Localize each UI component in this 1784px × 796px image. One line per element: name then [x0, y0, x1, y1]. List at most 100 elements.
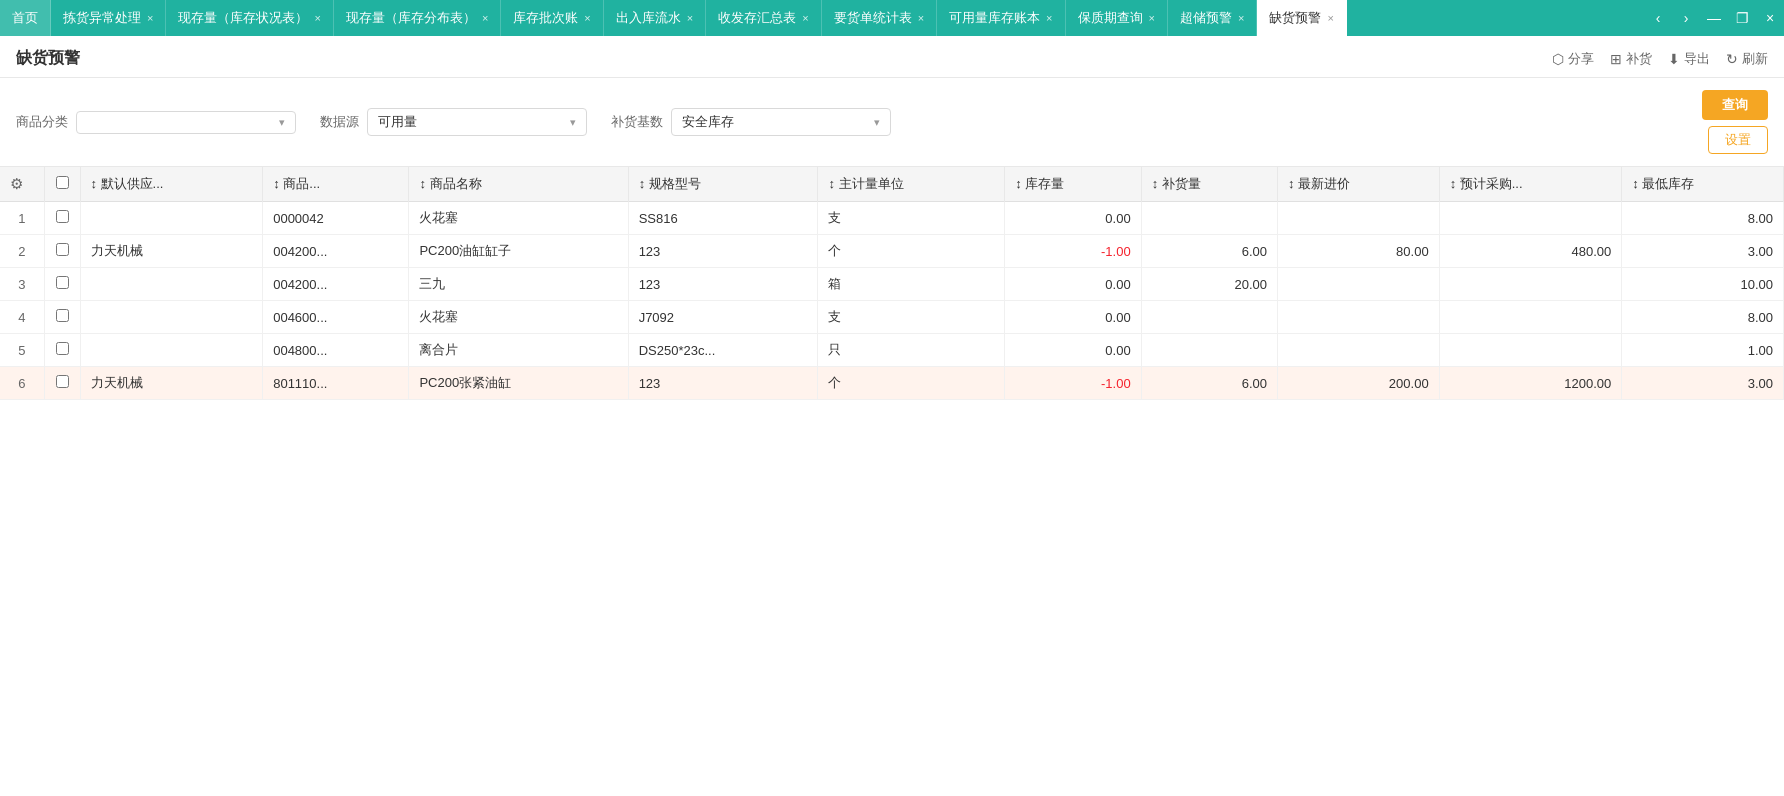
th-supplier: ↕ 默认供应... — [80, 167, 263, 202]
tab-item-4[interactable]: 库存批次账× — [501, 0, 603, 36]
th-settings: ⚙ — [0, 167, 44, 202]
row-supplier-2 — [80, 268, 263, 301]
row-checkbox-5[interactable] — [56, 375, 69, 388]
filter-area: 商品分类 ▾ 数据源 可用量 ▾ 补货基数 安全库存 ▾ 查询 设置 — [0, 78, 1784, 167]
tab-scroll-left[interactable]: ‹ — [1644, 0, 1672, 36]
datasource-chevron-icon: ▾ — [570, 116, 576, 129]
row-unit-4: 只 — [818, 334, 1005, 367]
replenish-button[interactable]: ⊞ 补货 — [1610, 50, 1652, 68]
row-replenish-qty-0 — [1141, 202, 1277, 235]
row-stock-2: 0.00 — [1005, 268, 1141, 301]
row-unit-5: 个 — [818, 367, 1005, 400]
select-all-checkbox[interactable] — [56, 176, 69, 189]
row-stock-0: 0.00 — [1005, 202, 1141, 235]
row-supplier-5: 力天机械 — [80, 367, 263, 400]
tab-item-3[interactable]: 现存量（库存分布表）× — [334, 0, 501, 36]
row-min-stock-0: 8.00 — [1622, 202, 1784, 235]
tab-item-2[interactable]: 现存量（库存状况表）× — [166, 0, 333, 36]
tab-close-7[interactable]: × — [918, 12, 924, 24]
tab-label-9: 保质期查询 — [1078, 9, 1143, 27]
th-min-stock: ↕ 最低库存 — [1622, 167, 1784, 202]
th-replenish-qty: ↕ 补货量 — [1141, 167, 1277, 202]
tab-item-10[interactable]: 超储预警 × — [1168, 0, 1257, 36]
tab-label-7: 要货单统计表 — [834, 9, 912, 27]
row-latest-price-4 — [1278, 334, 1440, 367]
th-stock: ↕ 库存量 — [1005, 167, 1141, 202]
row-checkbox-2[interactable] — [56, 276, 69, 289]
row-unit-3: 支 — [818, 301, 1005, 334]
tab-close-4[interactable]: × — [584, 12, 590, 24]
tab-close-6[interactable]: × — [802, 12, 808, 24]
row-checkbox-4[interactable] — [56, 342, 69, 355]
row-checkbox-3[interactable] — [56, 309, 69, 322]
th-latest-price-label: ↕ 最新进价 — [1288, 176, 1350, 191]
tab-item-6[interactable]: 收发存汇总表× — [706, 0, 821, 36]
share-button[interactable]: ⬡ 分享 — [1552, 50, 1594, 68]
row-product-code-4: 004800... — [263, 334, 409, 367]
row-min-stock-2: 10.00 — [1622, 268, 1784, 301]
row-checkbox-1[interactable] — [56, 243, 69, 256]
row-unit-1: 个 — [818, 235, 1005, 268]
settings-gear-icon[interactable]: ⚙ — [10, 175, 23, 192]
row-num-4: 5 — [0, 334, 44, 367]
tab-close-2[interactable]: × — [314, 12, 320, 24]
row-supplier-0 — [80, 202, 263, 235]
window-close[interactable]: × — [1756, 0, 1784, 36]
tab-label-5: 出入库流水 — [616, 9, 681, 27]
th-product-name: ↕ 商品名称 — [409, 167, 628, 202]
window-restore[interactable]: ❐ — [1728, 0, 1756, 36]
tab-item-0[interactable]: 首页 — [0, 0, 51, 36]
table-area: ⚙ ↕ 默认供应... ↕ 商品... ↕ 商品名称 ↕ — [0, 167, 1784, 796]
refresh-icon: ↻ — [1726, 51, 1738, 67]
th-min-stock-label: ↕ 最低库存 — [1632, 176, 1694, 191]
row-product-code-5: 801110... — [263, 367, 409, 400]
refresh-button[interactable]: ↻ 刷新 — [1726, 50, 1768, 68]
tab-close-5[interactable]: × — [687, 12, 693, 24]
replenish-chevron-icon: ▾ — [874, 116, 880, 129]
tab-item-11[interactable]: 缺货预警× — [1257, 0, 1346, 36]
tab-item-8[interactable]: 可用量库存账本× — [937, 0, 1065, 36]
row-latest-price-2 — [1278, 268, 1440, 301]
setting-button[interactable]: 设置 — [1708, 126, 1768, 154]
table-row: 3004200...三九123箱0.0020.0010.00 — [0, 268, 1784, 301]
query-button[interactable]: 查询 — [1702, 90, 1768, 120]
tab-close-11[interactable]: × — [1327, 12, 1333, 24]
tab-close-3[interactable]: × — [482, 12, 488, 24]
tab-scroll-right[interactable]: › — [1672, 0, 1700, 36]
th-spec: ↕ 规格型号 — [628, 167, 818, 202]
export-icon: ⬇ — [1668, 51, 1680, 67]
row-latest-price-5: 200.00 — [1278, 367, 1440, 400]
row-product-name-3: 火花塞 — [409, 301, 628, 334]
row-estimated-purchase-5: 1200.00 — [1439, 367, 1622, 400]
window-minimize[interactable]: — — [1700, 0, 1728, 36]
tab-item-9[interactable]: 保质期查询 × — [1066, 0, 1168, 36]
tab-item-7[interactable]: 要货单统计表 × — [822, 0, 937, 36]
row-spec-0: SS816 — [628, 202, 818, 235]
row-replenish-qty-5: 6.00 — [1141, 367, 1277, 400]
export-button[interactable]: ⬇ 导出 — [1668, 50, 1710, 68]
row-product-code-0: 0000042 — [263, 202, 409, 235]
tab-item-1[interactable]: 拣货异常处理× — [51, 0, 166, 36]
tab-close-9[interactable]: × — [1149, 12, 1155, 24]
row-spec-1: 123 — [628, 235, 818, 268]
category-select[interactable]: ▾ — [76, 111, 296, 134]
tab-close-1[interactable]: × — [147, 12, 153, 24]
replenish-select[interactable]: 安全库存 ▾ — [671, 108, 891, 136]
replenish-filter-group: 补货基数 安全库存 ▾ — [611, 108, 891, 136]
tab-close-8[interactable]: × — [1046, 12, 1052, 24]
row-checkbox-0[interactable] — [56, 210, 69, 223]
row-num-0: 1 — [0, 202, 44, 235]
row-product-code-2: 004200... — [263, 268, 409, 301]
data-table: ⚙ ↕ 默认供应... ↕ 商品... ↕ 商品名称 ↕ — [0, 167, 1784, 400]
tab-close-10[interactable]: × — [1238, 12, 1244, 24]
row-unit-2: 箱 — [818, 268, 1005, 301]
th-stock-label: ↕ 库存量 — [1015, 176, 1064, 191]
table-body: 10000042火花塞SS816支0.008.002力天机械004200...P… — [0, 202, 1784, 400]
datasource-select[interactable]: 可用量 ▾ — [367, 108, 587, 136]
datasource-select-value: 可用量 — [378, 113, 417, 131]
replenish-icon: ⊞ — [1610, 51, 1622, 67]
category-filter-group: 商品分类 ▾ — [16, 111, 296, 134]
tab-item-5[interactable]: 出入库流水 × — [604, 0, 706, 36]
tab-label-10: 超储预警 — [1180, 9, 1232, 27]
table-row: 6力天机械801110...PC200张紧油缸123个-1.006.00200.… — [0, 367, 1784, 400]
